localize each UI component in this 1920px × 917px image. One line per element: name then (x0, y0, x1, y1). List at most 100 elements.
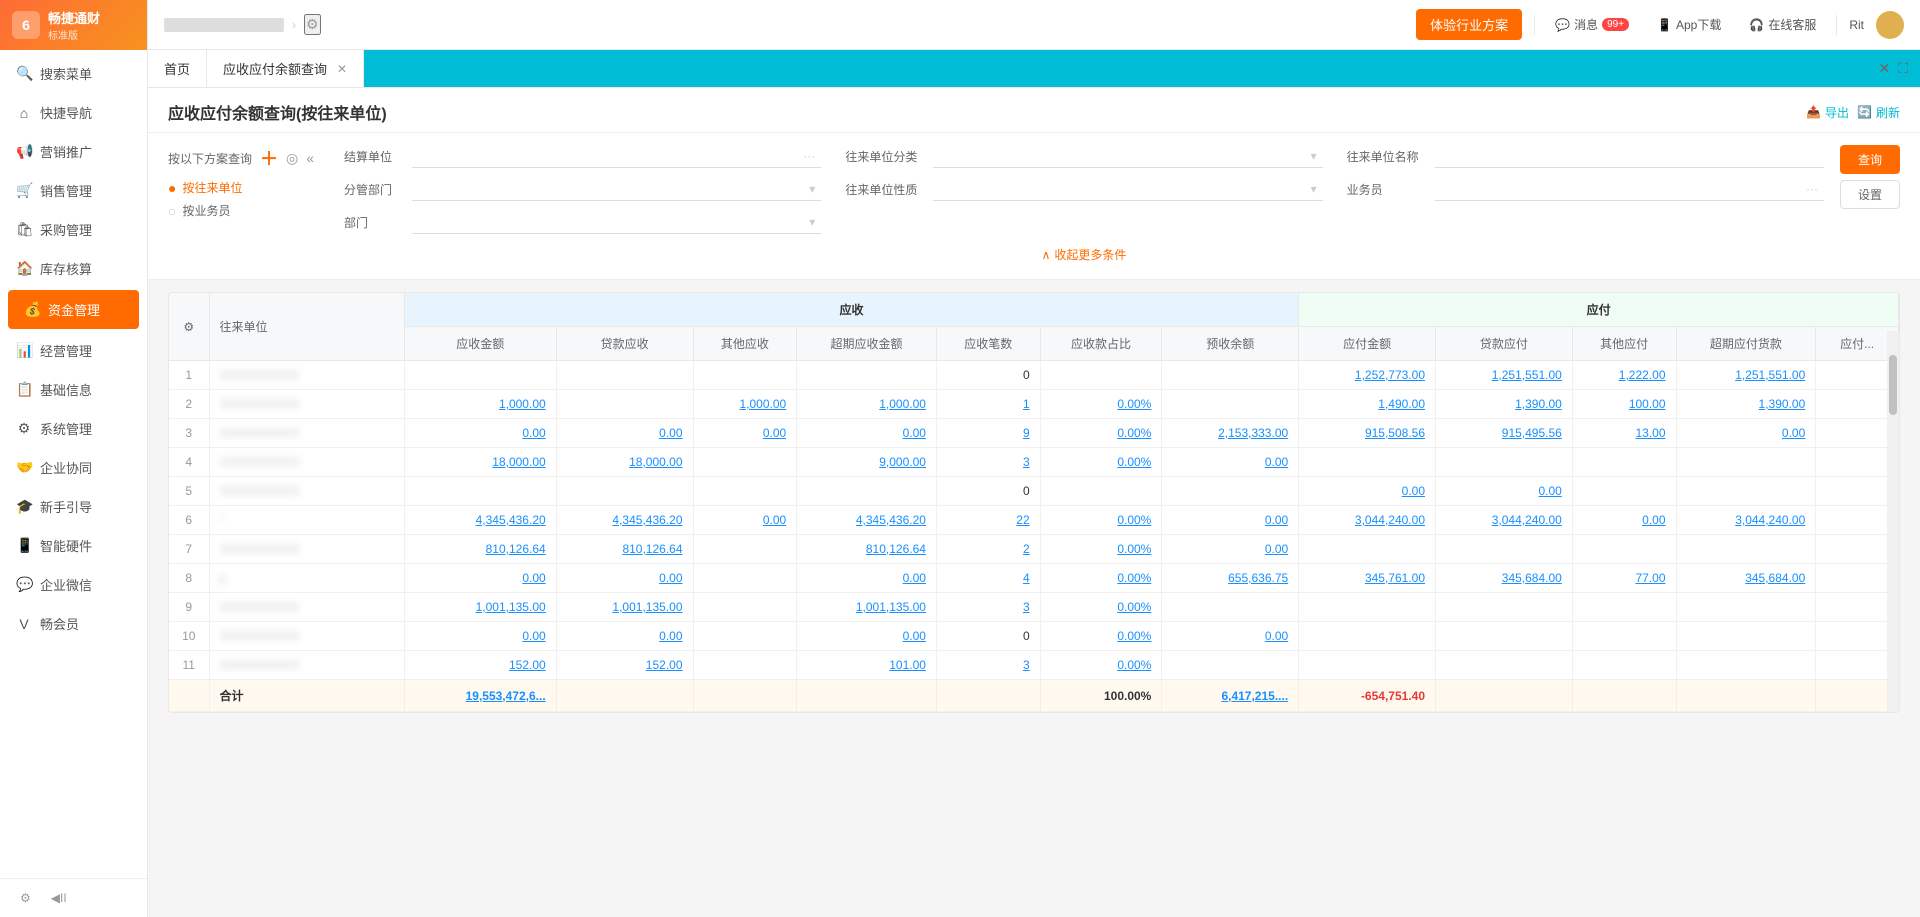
ap_amount-cell-1[interactable]: 1,490.00 (1299, 390, 1436, 419)
ar_amount-cell-5[interactable]: 4,345,436.20 (404, 506, 556, 535)
ap_loan-cell-5[interactable]: 3,044,240.00 (1436, 506, 1573, 535)
ar_amount-cell-8[interactable]: 1,001,135.00 (404, 593, 556, 622)
ar_count-cell-7[interactable]: 4 (936, 564, 1040, 593)
notification-button[interactable]: 💬 消息 99+ (1547, 12, 1637, 37)
total-ar-amount[interactable]: 19,553,472,6... (404, 680, 556, 712)
app-download-button[interactable]: 📱 App下载 (1649, 12, 1729, 37)
ap_amount-cell-7[interactable]: 345,761.00 (1299, 564, 1436, 593)
ar_loan-cell-5[interactable]: 4,345,436.20 (556, 506, 693, 535)
ar_loan-cell-9[interactable]: 0.00 (556, 622, 693, 651)
ar_overdue-cell-10[interactable]: 101.00 (797, 651, 937, 680)
sidebar-item-guide[interactable]: 🎓新手引导 (0, 487, 147, 526)
ar_overdue-cell-8[interactable]: 1,001,135.00 (797, 593, 937, 622)
ar_amount-cell-3[interactable]: 18,000.00 (404, 448, 556, 477)
ap_overdue-cell-1[interactable]: 1,390.00 (1676, 390, 1816, 419)
sidebar-item-hardware[interactable]: 📱智能硬件 (0, 526, 147, 565)
ar_ratio-cell-5[interactable]: 0.00% (1040, 506, 1162, 535)
salesman-input[interactable]: ··· (1435, 178, 1824, 201)
ap_loan-cell-4[interactable]: 0.00 (1436, 477, 1573, 506)
export-button[interactable]: 📤 导出 (1806, 104, 1849, 121)
sidebar-item-inventory[interactable]: 🏠库存核算 (0, 249, 147, 288)
ar_prepay-cell-6[interactable]: 0.00 (1162, 535, 1299, 564)
ap_loan-cell-1[interactable]: 1,390.00 (1436, 390, 1573, 419)
ar_prepay-cell-7[interactable]: 655,636.75 (1162, 564, 1299, 593)
ap_overdue-cell-5[interactable]: 3,044,240.00 (1676, 506, 1816, 535)
ap_other-cell-5[interactable]: 0.00 (1572, 506, 1676, 535)
ap_amount-cell-4[interactable]: 0.00 (1299, 477, 1436, 506)
sidebar-item-fund[interactable]: 💰资金管理 (8, 290, 139, 329)
ar_amount-cell-10[interactable]: 152.00 (404, 651, 556, 680)
total-ar-prepay[interactable]: 6,417,215.... (1162, 680, 1299, 712)
ap_loan-cell-2[interactable]: 915,495.56 (1436, 419, 1573, 448)
ar_overdue-cell-6[interactable]: 810,126.64 (797, 535, 937, 564)
ar_other-cell-2[interactable]: 0.00 (693, 419, 797, 448)
filter-settings-button[interactable]: 设置 (1840, 180, 1900, 209)
sidebar-item-marketing[interactable]: 📢营销推广 (0, 132, 147, 171)
sidebar-item-wechat[interactable]: 💬企业微信 (0, 565, 147, 604)
ap_overdue-cell-7[interactable]: 345,684.00 (1676, 564, 1816, 593)
ar_overdue-cell-9[interactable]: 0.00 (797, 622, 937, 651)
scheme-collapse-icon[interactable]: « (306, 150, 314, 166)
ar_ratio-cell-10[interactable]: 0.00% (1040, 651, 1162, 680)
ar_prepay-cell-9[interactable]: 0.00 (1162, 622, 1299, 651)
ar_ratio-cell-8[interactable]: 0.00% (1040, 593, 1162, 622)
tab-expand-icon[interactable]: ⛶ (1898, 60, 1908, 77)
online-service-button[interactable]: 🎧 在线客服 (1741, 12, 1824, 37)
ar_other-cell-1[interactable]: 1,000.00 (693, 390, 797, 419)
ar_loan-cell-3[interactable]: 18,000.00 (556, 448, 693, 477)
ap_other-cell-1[interactable]: 100.00 (1572, 390, 1676, 419)
settlement-input[interactable]: ··· (412, 145, 821, 168)
unit-category-select[interactable]: ▾ (933, 145, 1322, 168)
ar_loan-cell-6[interactable]: 810,126.64 (556, 535, 693, 564)
ar_count-cell-10[interactable]: 3 (936, 651, 1040, 680)
ap_amount-cell-5[interactable]: 3,044,240.00 (1299, 506, 1436, 535)
ar_count-cell-2[interactable]: 9 (936, 419, 1040, 448)
sidebar-item-enterprise[interactable]: 🤝企业协同 (0, 448, 147, 487)
ar_ratio-cell-2[interactable]: 0.00% (1040, 419, 1162, 448)
ar_count-cell-6[interactable]: 2 (936, 535, 1040, 564)
ar_loan-cell-10[interactable]: 152.00 (556, 651, 693, 680)
sidebar-item-search-menu[interactable]: 🔍搜索菜单 (0, 54, 147, 93)
ar_count-cell-3[interactable]: 3 (936, 448, 1040, 477)
ar_prepay-cell-5[interactable]: 0.00 (1162, 506, 1299, 535)
ar_overdue-cell-2[interactable]: 0.00 (797, 419, 937, 448)
ar_amount-cell-9[interactable]: 0.00 (404, 622, 556, 651)
ap_other-cell-0[interactable]: 1,222.00 (1572, 361, 1676, 390)
ap_amount-cell-2[interactable]: 915,508.56 (1299, 419, 1436, 448)
table-scrollbar[interactable] (1887, 331, 1899, 712)
query-button[interactable]: 查询 (1840, 145, 1900, 174)
ar_loan-cell-8[interactable]: 1,001,135.00 (556, 593, 693, 622)
ap_overdue-cell-0[interactable]: 1,251,551.00 (1676, 361, 1816, 390)
refresh-button[interactable]: 🔄 刷新 (1857, 104, 1900, 121)
sidebar-item-sales[interactable]: 🛒销售管理 (0, 171, 147, 210)
ap_loan-cell-7[interactable]: 345,684.00 (1436, 564, 1573, 593)
ar_amount-cell-2[interactable]: 0.00 (404, 419, 556, 448)
dept-select[interactable]: ▾ (412, 211, 821, 234)
ar_loan-cell-2[interactable]: 0.00 (556, 419, 693, 448)
collapse-button[interactable]: ∧ 收起更多条件 (1042, 246, 1127, 263)
ar_prepay-cell-2[interactable]: 2,153,333.00 (1162, 419, 1299, 448)
unit-nature-select[interactable]: ▾ (933, 178, 1322, 201)
scheme-item-salesman[interactable]: ○ 按业务员 (168, 202, 328, 219)
header-settings-icon[interactable]: ⚙ (304, 14, 321, 35)
ap_amount-cell-0[interactable]: 1,252,773.00 (1299, 361, 1436, 390)
ar_other-cell-5[interactable]: 0.00 (693, 506, 797, 535)
table-settings-icon[interactable]: ⚙ (183, 320, 194, 334)
sidebar-item-basic[interactable]: 📋基础信息 (0, 370, 147, 409)
scheme-settings-icon[interactable]: ◎ (286, 150, 298, 167)
tab-ar-ap[interactable]: 应收应付余额查询 ✕ (207, 50, 364, 87)
ar_ratio-cell-6[interactable]: 0.00% (1040, 535, 1162, 564)
promo-button[interactable]: 体验行业方案 (1416, 9, 1522, 40)
ap_loan-cell-0[interactable]: 1,251,551.00 (1436, 361, 1573, 390)
sidebar-item-system[interactable]: ⚙系统管理 (0, 409, 147, 448)
ar_ratio-cell-3[interactable]: 0.00% (1040, 448, 1162, 477)
tab-close-icon[interactable]: ✕ (337, 62, 347, 76)
sidebar-item-operations[interactable]: 📊经营管理 (0, 331, 147, 370)
ar_loan-cell-7[interactable]: 0.00 (556, 564, 693, 593)
scheme-item-unit[interactable]: ● 按往来单位 (168, 179, 328, 196)
ar_amount-cell-7[interactable]: 0.00 (404, 564, 556, 593)
tab-home[interactable]: 首页 (148, 50, 207, 87)
tab-close-all-icon[interactable]: ✕ (1878, 60, 1890, 77)
ap_other-cell-7[interactable]: 77.00 (1572, 564, 1676, 593)
sidebar-item-quick-nav[interactable]: ⌂快捷导航 (0, 93, 147, 132)
